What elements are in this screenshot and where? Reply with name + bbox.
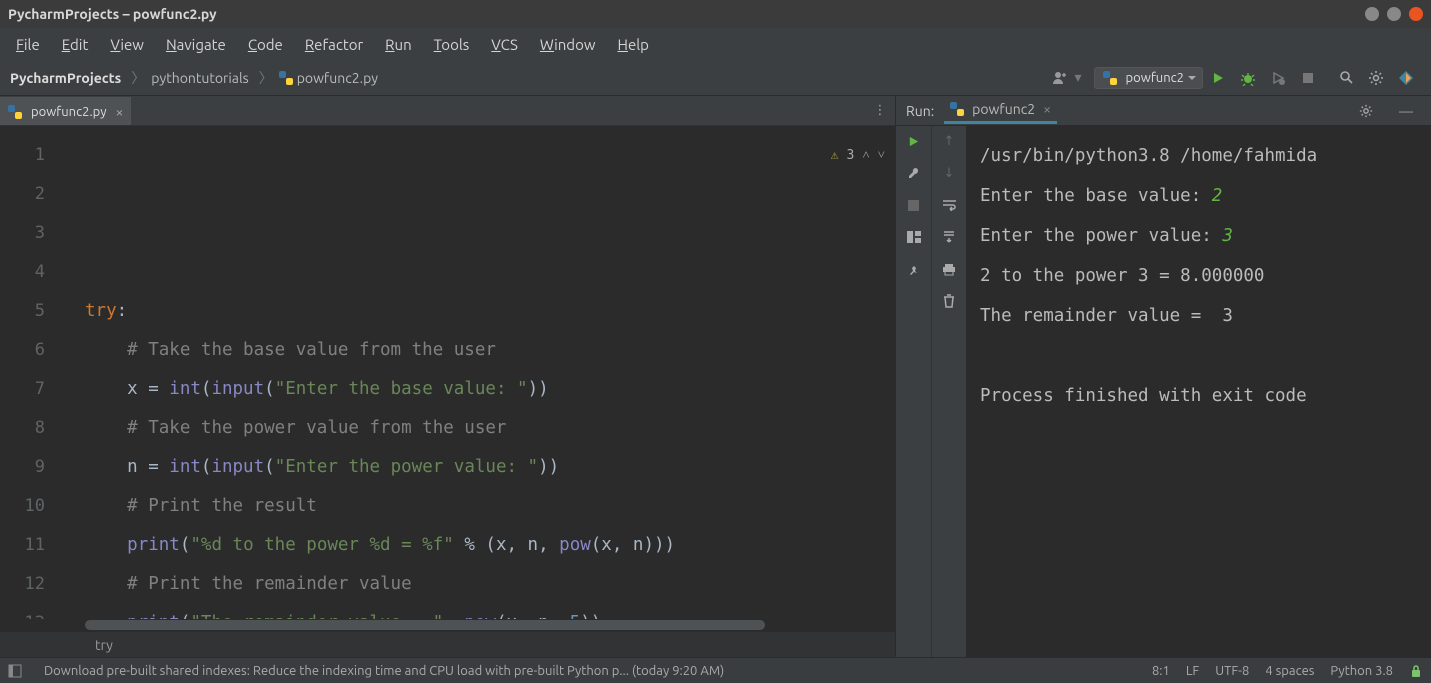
file-encoding[interactable]: UTF-8	[1215, 664, 1249, 678]
run-settings-icon[interactable]	[1357, 102, 1375, 120]
close-button[interactable]	[1409, 7, 1423, 21]
status-message[interactable]: Download pre-built shared indexes: Reduc…	[44, 664, 724, 678]
menu-file[interactable]: File	[6, 32, 50, 57]
scroll-to-end-icon[interactable]	[940, 228, 958, 246]
tool-windows-icon[interactable]	[8, 664, 22, 678]
run-tab[interactable]: powfunc2 ×	[944, 97, 1057, 124]
print-icon[interactable]	[940, 260, 958, 278]
menu-run[interactable]: Run	[375, 32, 422, 57]
run-toolbar-right: ↑ ↓	[931, 126, 966, 657]
menu-navigate[interactable]: Navigate	[156, 32, 236, 57]
down-arrow-icon[interactable]: ↓	[940, 164, 958, 182]
close-tab-icon[interactable]: ×	[116, 104, 124, 120]
wrench-icon[interactable]	[905, 164, 923, 182]
editor-tab-row: powfunc2.py × ⋮	[0, 96, 895, 126]
python-icon	[1103, 71, 1117, 85]
menu-tools[interactable]: Tools	[424, 32, 480, 57]
status-bar: Download pre-built shared indexes: Reduc…	[0, 657, 1431, 683]
console-output[interactable]: /usr/bin/python3.8 /home/fahmidaEnter th…	[966, 126, 1431, 657]
pin-icon[interactable]	[905, 260, 923, 278]
lock-icon[interactable]	[1409, 664, 1423, 678]
window-title: PycharmProjects – powfunc2.py	[8, 6, 217, 22]
trash-icon[interactable]	[940, 292, 958, 310]
editor-breadcrumb[interactable]: try	[0, 631, 895, 657]
coverage-button[interactable]	[1269, 69, 1287, 87]
run-toolbar-left	[896, 126, 931, 657]
up-arrow-icon[interactable]: ↑	[940, 132, 958, 150]
editor-pane: powfunc2.py × ⋮ 12345678910111213 ⚠3 ˄˅ …	[0, 96, 895, 657]
debug-button[interactable]	[1239, 69, 1257, 87]
settings-icon[interactable]	[1367, 69, 1385, 87]
navigation-bar: PycharmProjects 〉 pythontutorials 〉 powf…	[0, 60, 1431, 96]
run-configuration-selector[interactable]: powfunc2	[1094, 67, 1203, 89]
add-user-icon[interactable]	[1051, 69, 1069, 87]
breadcrumb-file[interactable]: powfunc2.py	[297, 70, 378, 86]
horizontal-scrollbar[interactable]	[85, 619, 885, 631]
python-icon	[950, 102, 964, 116]
run-title: Run:	[906, 103, 934, 119]
menu-vcs[interactable]: VCS	[481, 32, 528, 57]
maximize-button[interactable]	[1387, 7, 1401, 21]
menu-view[interactable]: View	[100, 32, 154, 57]
caret-position[interactable]: 8:1	[1152, 664, 1170, 678]
title-bar: PycharmProjects – powfunc2.py	[0, 0, 1431, 28]
search-everywhere-icon[interactable]	[1337, 69, 1355, 87]
layout-icon[interactable]	[905, 228, 923, 246]
fold-gutter	[55, 126, 85, 619]
breadcrumb-root[interactable]: PycharmProjects	[10, 70, 121, 86]
menu-window[interactable]: Window	[530, 32, 606, 57]
line-gutter: 12345678910111213	[0, 126, 55, 619]
menu-edit[interactable]: Edit	[52, 32, 99, 57]
line-ending[interactable]: LF	[1186, 664, 1199, 678]
run-button[interactable]	[1209, 69, 1227, 87]
breadcrumb-folder[interactable]: pythontutorials	[151, 70, 248, 86]
indent-setting[interactable]: 4 spaces	[1265, 664, 1314, 678]
minimize-button[interactable]	[1365, 7, 1379, 21]
inspection-widget[interactable]: ⚠3 ˄˅	[831, 136, 885, 175]
rerun-icon[interactable]	[905, 132, 923, 150]
menu-bar: FileEditViewNavigateCodeRefactorRunTools…	[0, 28, 1431, 60]
menu-refactor[interactable]: Refactor	[295, 32, 373, 57]
python-file-icon	[279, 71, 293, 85]
interpreter[interactable]: Python 3.8	[1330, 664, 1393, 678]
soft-wrap-icon[interactable]	[940, 196, 958, 214]
file-tab[interactable]: powfunc2.py ×	[0, 97, 131, 125]
stop-icon[interactable]	[905, 196, 923, 214]
stop-button[interactable]	[1299, 69, 1317, 87]
python-file-icon	[8, 105, 22, 119]
ide-logo-icon[interactable]	[1397, 69, 1415, 87]
code-editor[interactable]: 12345678910111213 ⚠3 ˄˅ try: # Take the …	[0, 126, 895, 619]
menu-help[interactable]: Help	[607, 32, 658, 57]
tab-options-icon[interactable]: ⋮	[871, 102, 889, 120]
menu-code[interactable]: Code	[238, 32, 293, 57]
run-tool-window: Run: powfunc2 × — ↑ ↓	[895, 96, 1431, 657]
hide-tool-window-icon[interactable]: —	[1397, 102, 1415, 120]
